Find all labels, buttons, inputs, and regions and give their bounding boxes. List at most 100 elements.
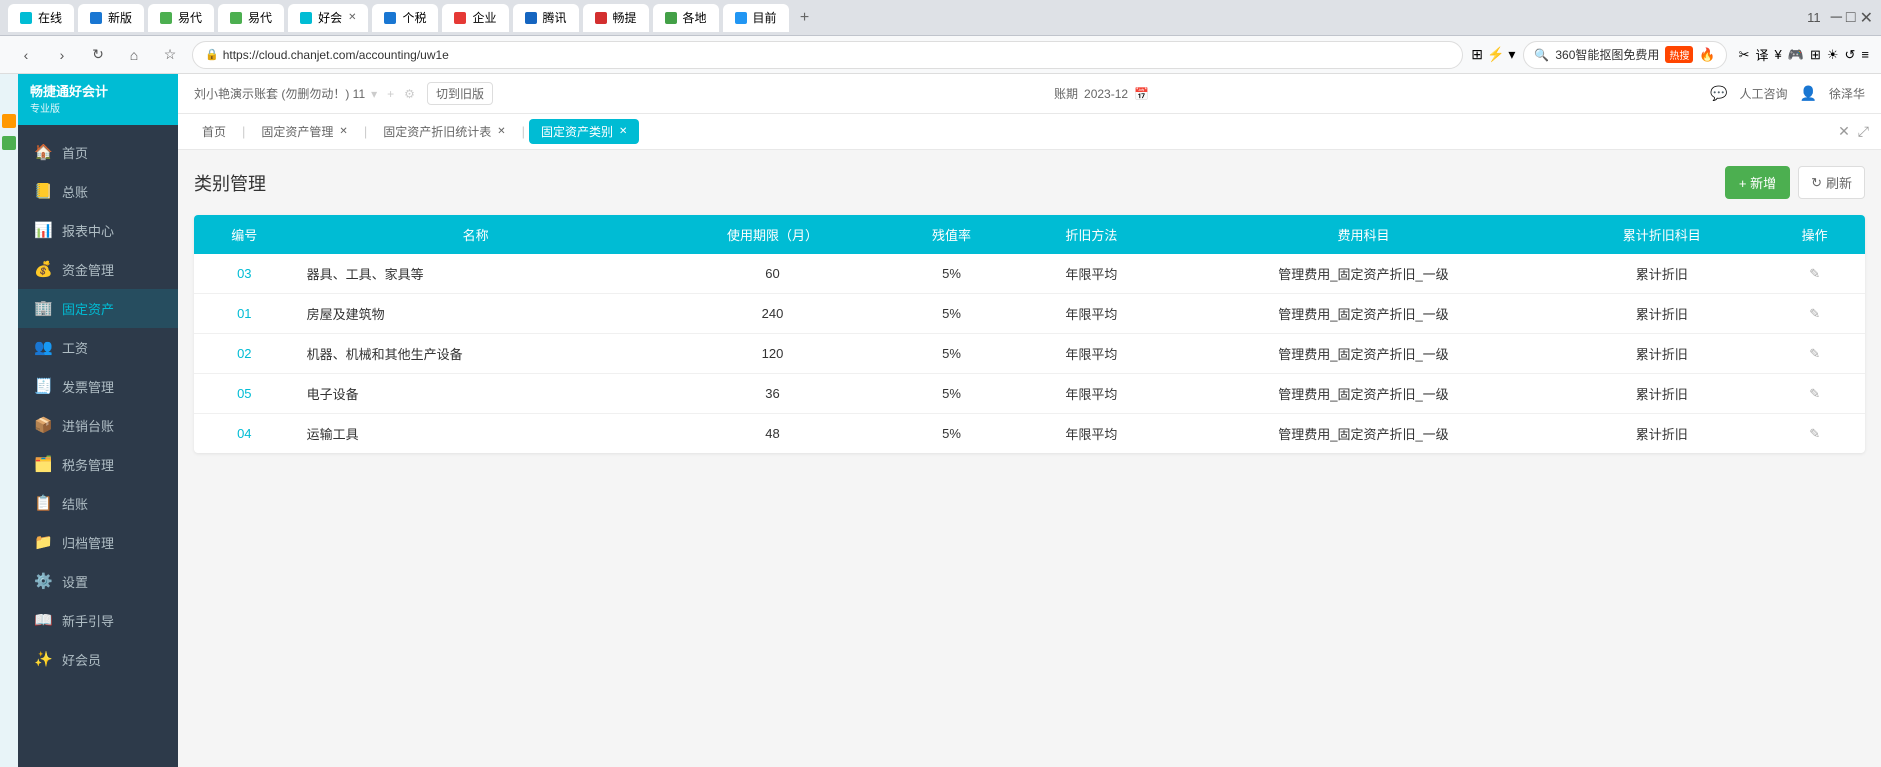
undo-icon[interactable]: ↺ xyxy=(1845,47,1856,63)
tab-fixed-assets-mgmt[interactable]: 固定资产管理 ✕ xyxy=(249,119,359,144)
add-category-button[interactable]: + 新增 xyxy=(1725,166,1790,199)
new-tab-button[interactable]: + xyxy=(793,6,817,30)
tab-close-1[interactable]: ✕ xyxy=(339,126,347,137)
cell-residual-0: 5% xyxy=(888,254,1015,294)
bookmark-button[interactable]: ☆ xyxy=(156,41,184,69)
browser-tab-bar: 在线 新版 易代 易代 好会 ✕ 个税 企业 腾讯 畅提 各地 目前 + xyxy=(0,0,1881,36)
user-avatar: 👤 xyxy=(1800,85,1817,102)
sidebar-item-tax[interactable]: 🗂️ 税务管理 xyxy=(18,445,178,484)
table-row: 02 机器、机械和其他生产设备 120 5% 年限平均 管理费用_固定资产折旧_… xyxy=(194,334,1865,374)
dropdown-icon[interactable]: ▾ xyxy=(1508,46,1515,63)
browser-tab-enterprise[interactable]: 企业 xyxy=(442,4,508,32)
cell-action-2[interactable]: ✎ xyxy=(1764,334,1865,374)
invoice-icon: 🧾 xyxy=(34,377,52,395)
cut-icon[interactable]: ✂ xyxy=(1739,47,1750,63)
user-name[interactable]: 徐泽华 xyxy=(1829,85,1865,102)
content-area: 类别管理 + 新增 ↻ 刷新 编号 名称 使用期限（月） 残值率 xyxy=(178,150,1881,767)
forward-button[interactable]: › xyxy=(48,41,76,69)
tab-count[interactable]: 11 xyxy=(1801,10,1827,25)
home-button[interactable]: ⌂ xyxy=(120,41,148,69)
switch-to-old-btn[interactable]: 切到旧版 xyxy=(427,82,493,105)
cell-expense-3: 管理费用_固定资产折旧_一级 xyxy=(1168,374,1559,414)
cell-code-4: 04 xyxy=(194,414,295,454)
tab-close-2[interactable]: ✕ xyxy=(497,126,505,137)
game-icon[interactable]: 🎮 xyxy=(1788,47,1804,63)
search-icon: 🔍 xyxy=(1534,48,1549,62)
cell-accumulated-3: 累计折旧 xyxy=(1559,374,1764,414)
cell-action-0[interactable]: ✎ xyxy=(1764,254,1865,294)
browser-tab-new[interactable]: 新版 xyxy=(78,4,144,32)
sidebar: 畅捷通好会计 专业版 🏠 首页 📒 总账 📊 报表中心 💰 资金管理 � xyxy=(18,74,178,767)
col-header-residual: 残值率 xyxy=(888,215,1015,254)
sidebar-item-settings[interactable]: ⚙️ 设置 xyxy=(18,562,178,601)
cell-code-1: 01 xyxy=(194,294,295,334)
sidebar-item-reports[interactable]: 📊 报表中心 xyxy=(18,211,178,250)
cell-months-1: 240 xyxy=(657,294,888,334)
dropdown-arrow[interactable]: ▾ xyxy=(371,87,377,101)
table-row: 05 电子设备 36 5% 年限平均 管理费用_固定资产折旧_一级 累计折旧 ✎ xyxy=(194,374,1865,414)
sun-icon[interactable]: ☀ xyxy=(1827,47,1839,63)
tab-home[interactable]: 首页 xyxy=(190,119,238,144)
browser-tab-tax[interactable]: 个税 xyxy=(372,4,438,32)
period-info: 账期 2023-12 📅 xyxy=(1054,85,1149,102)
cell-name-4: 运输工具 xyxy=(295,414,657,454)
sidebar-item-ledger[interactable]: 📒 总账 xyxy=(18,172,178,211)
browser-tab-close[interactable]: ✕ xyxy=(348,12,356,23)
tab-fixed-assets-category[interactable]: 固定资产类别 ✕ xyxy=(529,119,639,144)
app-wrapper: 畅捷通好会计 专业版 🏠 首页 📒 总账 📊 报表中心 💰 资金管理 � xyxy=(0,74,1881,767)
browser-tab-yidai1[interactable]: 易代 xyxy=(148,4,214,32)
close-window-btn[interactable]: ✕ xyxy=(1860,8,1873,28)
browser-tab-tencent[interactable]: 腾讯 xyxy=(513,4,579,32)
sidebar-item-inout[interactable]: 📦 进销台账 xyxy=(18,406,178,445)
sidebar-item-guide[interactable]: 📖 新手引导 xyxy=(18,601,178,640)
translate-icon[interactable]: 译 xyxy=(1756,45,1769,64)
gear-small-icon[interactable]: ⚙ xyxy=(404,87,415,101)
calendar-icon[interactable]: 📅 xyxy=(1134,87,1149,101)
browser-tab-changt[interactable]: 畅提 xyxy=(583,4,649,32)
sidebar-item-invoice[interactable]: 🧾 发票管理 xyxy=(18,367,178,406)
url-bar[interactable]: 🔒 https://cloud.chanjet.com/accounting/u… xyxy=(192,41,1463,69)
sidebar-item-archive[interactable]: 📁 归档管理 xyxy=(18,523,178,562)
search-bar[interactable]: 🔍 360智能抠图免费用 热搜 🔥 xyxy=(1523,41,1726,69)
browser-tab-gedi[interactable]: 各地 xyxy=(653,4,719,32)
browser-tab-online[interactable]: 在线 xyxy=(8,4,74,32)
reload-button[interactable]: ↻ xyxy=(84,41,112,69)
grid-icon[interactable]: ⊞ xyxy=(1471,46,1483,63)
sidebar-item-funds[interactable]: 💰 资金管理 xyxy=(18,250,178,289)
col-header-code: 编号 xyxy=(194,215,295,254)
back-button[interactable]: ‹ xyxy=(12,41,40,69)
sidebar-item-salary[interactable]: 👥 工资 xyxy=(18,328,178,367)
browser-tab-muqian[interactable]: 目前 xyxy=(723,4,789,32)
sidebar-item-close-account[interactable]: 📋 结账 xyxy=(18,484,178,523)
maximize-btn[interactable]: □ xyxy=(1846,9,1856,27)
tab-sep-1: | xyxy=(242,124,245,139)
col-header-method: 折旧方法 xyxy=(1015,215,1168,254)
sidebar-item-member[interactable]: ✨ 好会员 xyxy=(18,640,178,679)
sidebar-item-fixed-assets[interactable]: 🏢 固定资产 xyxy=(18,289,178,328)
cell-action-3[interactable]: ✎ xyxy=(1764,374,1865,414)
tab-close-3[interactable]: ✕ xyxy=(619,126,627,137)
col-header-months: 使用期限（月） xyxy=(657,215,888,254)
cell-residual-1: 5% xyxy=(888,294,1015,334)
refresh-button[interactable]: ↻ 刷新 xyxy=(1798,166,1865,199)
apps-icon[interactable]: ⊞ xyxy=(1810,47,1821,63)
lightning-icon[interactable]: ⚡ xyxy=(1487,46,1504,63)
side-icons-strip xyxy=(0,74,18,767)
browser-tab-yidai2[interactable]: 易代 xyxy=(218,4,284,32)
cell-action-1[interactable]: ✎ xyxy=(1764,294,1865,334)
browser-tab-active[interactable]: 好会 ✕ xyxy=(288,4,368,32)
content-minimize-btn[interactable]: ✕ xyxy=(1838,123,1850,140)
cell-expense-1: 管理费用_固定资产折旧_一级 xyxy=(1168,294,1559,334)
tab-depreciation-stat[interactable]: 固定资产折旧统计表 ✕ xyxy=(371,119,517,144)
minimize-btn[interactable]: ─ xyxy=(1831,9,1842,27)
consult-label[interactable]: 人工咨询 xyxy=(1740,85,1788,102)
yuan-icon[interactable]: ¥ xyxy=(1775,47,1782,62)
cell-action-4[interactable]: ✎ xyxy=(1764,414,1865,454)
url-text: https://cloud.chanjet.com/accounting/uw1… xyxy=(223,48,449,62)
sidebar-item-home[interactable]: 🏠 首页 xyxy=(18,133,178,172)
cell-months-3: 36 xyxy=(657,374,888,414)
menu-icon[interactable]: ≡ xyxy=(1861,47,1869,62)
category-table: 编号 名称 使用期限（月） 残值率 折旧方法 费用科目 累计折旧科目 操作 03… xyxy=(194,215,1865,453)
plus-btn[interactable]: + xyxy=(383,87,398,101)
content-maximize-btn[interactable]: ⤢ xyxy=(1858,123,1869,140)
